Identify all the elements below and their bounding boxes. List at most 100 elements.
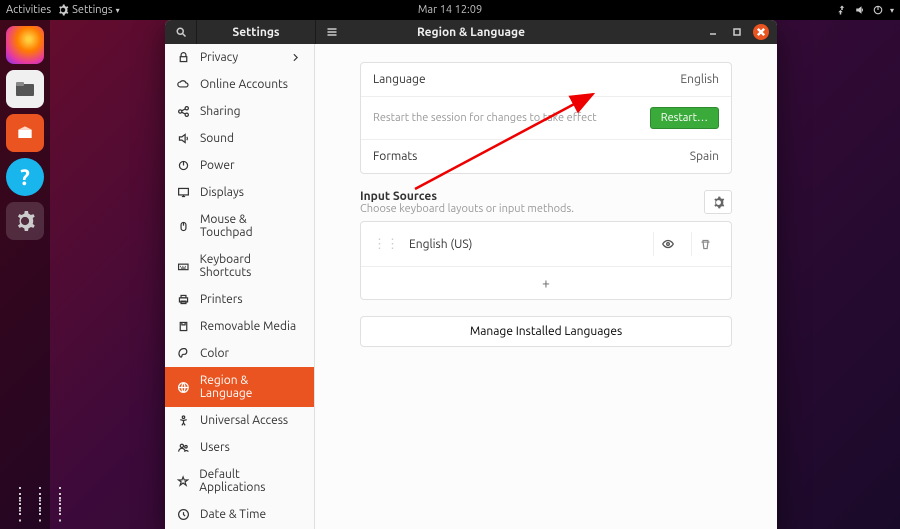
accessibility-icon <box>177 414 190 427</box>
formats-value: Spain <box>690 150 719 163</box>
dock-help[interactable]: ? <box>6 158 44 196</box>
sidebar-item-online-accounts[interactable]: Online Accounts <box>165 71 314 98</box>
globe-icon <box>177 381 190 394</box>
view-layout-button[interactable] <box>653 232 681 256</box>
lock-icon <box>177 51 190 64</box>
hamburger-button[interactable] <box>315 20 347 44</box>
topbar-app-menu[interactable]: Settings ▾ <box>57 4 120 16</box>
content-area: Language English Restart the session for… <box>315 44 777 529</box>
printer-icon <box>177 293 190 306</box>
sidebar-item-sound[interactable]: Sound <box>165 125 314 152</box>
sidebar-item-mouse[interactable]: Mouse & Touchpad <box>165 206 314 246</box>
gnome-topbar: Activities Settings ▾ Mar 14 12:09 ▾ <box>0 0 900 20</box>
volume-icon <box>854 4 866 16</box>
eye-icon <box>661 237 675 251</box>
remove-input-button[interactable] <box>691 232 719 256</box>
dock-software[interactable] <box>6 114 44 152</box>
formats-row[interactable]: Formats Spain <box>361 139 731 173</box>
add-input-source-button[interactable]: + <box>361 266 731 299</box>
input-sources-subtitle: Choose keyboard layouts or input methods… <box>360 203 704 215</box>
language-formats-panel: Language English Restart the session for… <box>360 62 732 174</box>
sidebar-item-keyboard[interactable]: Keyboard Shortcuts <box>165 246 314 286</box>
star-icon <box>177 475 189 488</box>
drag-handle-icon[interactable]: ⋮⋮ <box>373 237 399 252</box>
sidebar-label: Removable Media <box>200 320 296 333</box>
sidebar-label: Sound <box>200 132 234 145</box>
sound-icon <box>177 132 190 145</box>
sidebar-label: Keyboard Shortcuts <box>200 253 302 279</box>
language-row[interactable]: Language English <box>361 63 731 96</box>
activities-button[interactable]: Activities <box>6 4 51 16</box>
mouse-icon <box>177 220 190 233</box>
gear-icon <box>712 196 725 209</box>
dock-firefox[interactable] <box>6 26 44 64</box>
sidebar-label: Sharing <box>200 105 241 118</box>
window-maximize[interactable] <box>729 24 745 40</box>
dock-files[interactable] <box>6 70 44 108</box>
settings-sidebar: Privacy Online Accounts Sharing Sound Po… <box>165 44 315 529</box>
input-source-item[interactable]: ⋮⋮ English (US) <box>361 222 731 266</box>
language-value: English <box>680 73 719 86</box>
sidebar-label: Mouse & Touchpad <box>200 213 302 239</box>
clock-icon <box>177 508 190 521</box>
restart-message: Restart the session for changes to take … <box>373 112 597 124</box>
topbar-system-menu[interactable]: ▾ <box>836 4 894 16</box>
sidebar-label: Online Accounts <box>200 78 288 91</box>
display-icon <box>177 186 190 199</box>
power-icon <box>872 4 884 16</box>
media-icon <box>177 320 190 333</box>
dock: ? ⋮⋮⋮⋮⋮⋮⋮⋮⋮ <box>0 20 50 529</box>
show-apps-button[interactable]: ⋮⋮⋮⋮⋮⋮⋮⋮⋮ <box>11 489 39 519</box>
sidebar-label: Region & Language <box>200 374 302 400</box>
topbar-datetime[interactable]: Mar 14 12:09 <box>418 4 482 16</box>
topbar-app-label: Settings <box>72 4 113 16</box>
search-button[interactable] <box>165 20 197 44</box>
chevron-right-icon <box>289 51 302 64</box>
trash-icon <box>699 238 712 251</box>
restart-button[interactable]: Restart… <box>650 107 719 129</box>
sidebar-label: Power <box>200 159 235 172</box>
sidebar-item-universal-access[interactable]: Universal Access <box>165 407 314 434</box>
sidebar-item-privacy[interactable]: Privacy <box>165 44 314 71</box>
users-icon <box>177 441 190 454</box>
window-minimize[interactable] <box>705 24 721 40</box>
manage-languages-button[interactable]: Manage Installed Languages <box>360 316 732 347</box>
window-close[interactable] <box>753 24 769 40</box>
sidebar-item-displays[interactable]: Displays <box>165 179 314 206</box>
dock-settings[interactable] <box>6 202 44 240</box>
power-icon <box>177 159 190 172</box>
input-sources-settings-button[interactable] <box>704 190 732 214</box>
language-label: Language <box>373 73 680 86</box>
sidebar-item-color[interactable]: Color <box>165 340 314 367</box>
sidebar-item-power[interactable]: Power <box>165 152 314 179</box>
sidebar-label: Privacy <box>200 51 238 64</box>
sidebar-item-removable[interactable]: Removable Media <box>165 313 314 340</box>
sidebar-item-region-language[interactable]: Region & Language <box>165 367 314 407</box>
formats-label: Formats <box>373 150 690 163</box>
sidebar-item-sharing[interactable]: Sharing <box>165 98 314 125</box>
sidebar-item-users[interactable]: Users <box>165 434 314 461</box>
sidebar-item-default-apps[interactable]: Default Applications <box>165 461 314 501</box>
share-icon <box>177 105 190 118</box>
input-source-label: English (US) <box>409 238 643 251</box>
cloud-icon <box>177 78 190 91</box>
headerbar: Settings Region & Language <box>165 20 777 44</box>
sidebar-label: Users <box>200 441 230 454</box>
restart-row: Restart the session for changes to take … <box>361 96 731 139</box>
sidebar-label: Color <box>200 347 229 360</box>
input-sources-header: Input Sources Choose keyboard layouts or… <box>360 190 732 215</box>
color-icon <box>177 347 190 360</box>
sidebar-label: Displays <box>200 186 244 199</box>
sidebar-header-title: Settings <box>197 26 315 39</box>
keyboard-icon <box>177 260 190 273</box>
sidebar-label: Date & Time <box>200 508 266 521</box>
settings-window: Settings Region & Language Privacy Onlin… <box>165 20 777 529</box>
input-sources-list: ⋮⋮ English (US) + <box>360 221 732 300</box>
network-icon <box>836 4 848 16</box>
sidebar-item-datetime[interactable]: Date & Time <box>165 501 314 528</box>
sidebar-item-printers[interactable]: Printers <box>165 286 314 313</box>
sidebar-label: Default Applications <box>199 468 302 494</box>
sidebar-label: Printers <box>200 293 243 306</box>
input-sources-title: Input Sources <box>360 190 704 203</box>
sidebar-label: Universal Access <box>200 414 288 427</box>
